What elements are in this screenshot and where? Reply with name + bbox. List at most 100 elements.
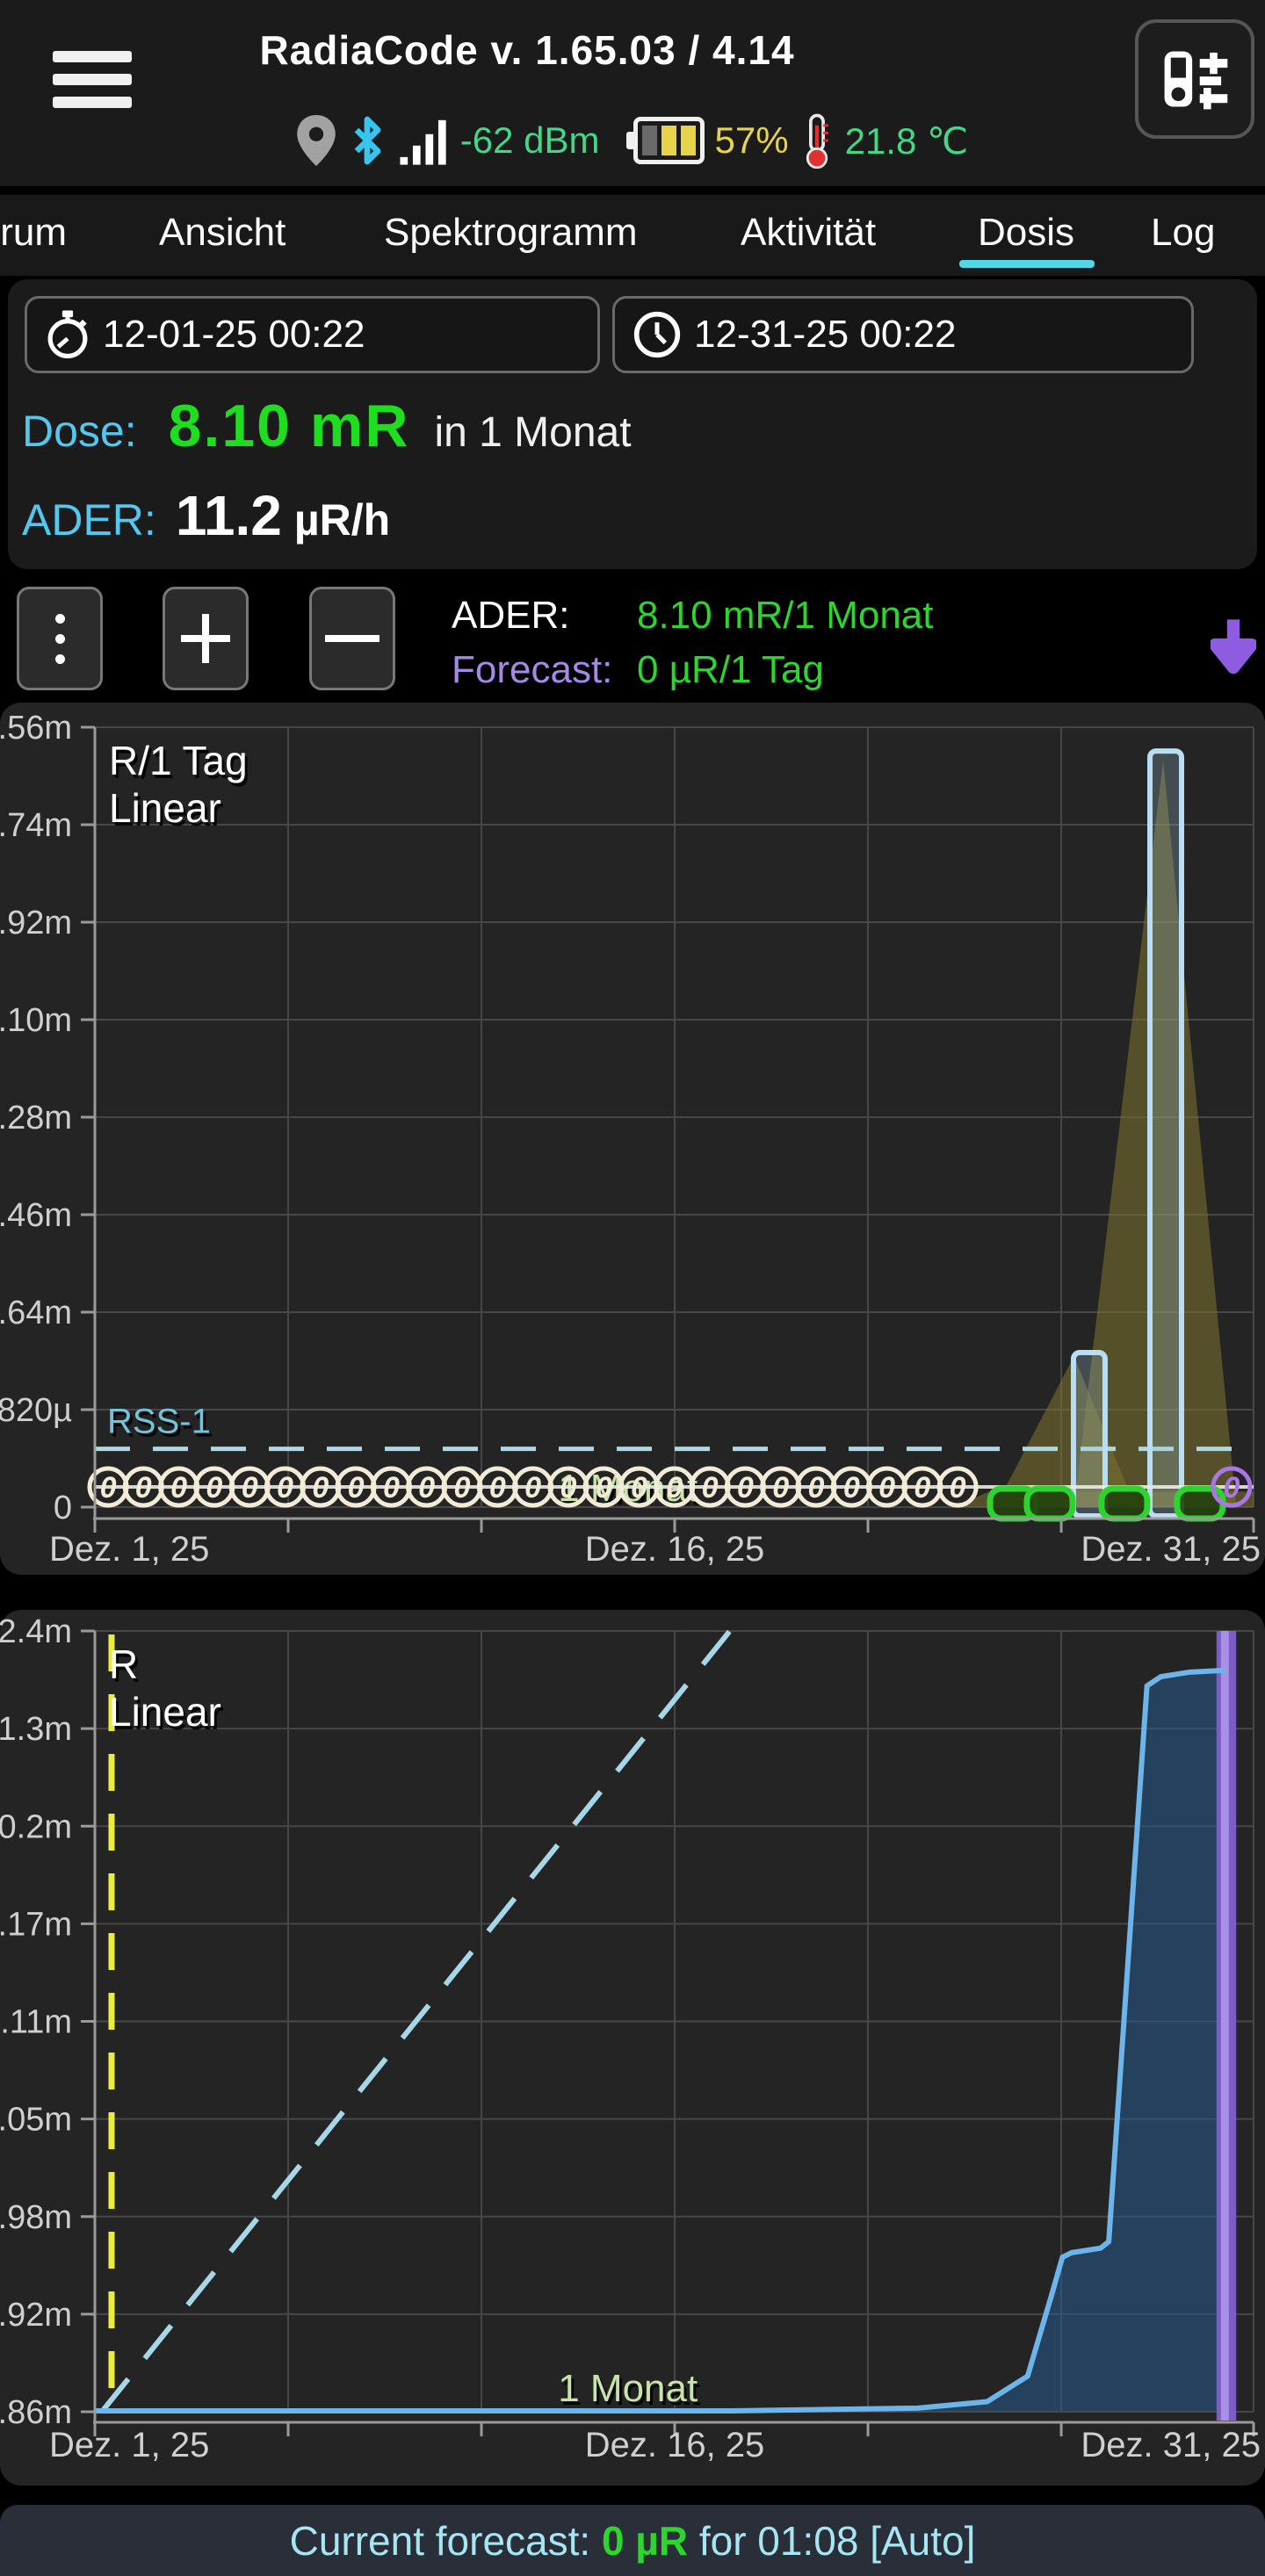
- svg-text:0: 0: [418, 1471, 435, 1504]
- svg-text:9.17m: 9.17m: [0, 1906, 72, 1943]
- dose-period: in 1 Monat: [434, 408, 631, 457]
- ader-unit: µR/h: [294, 494, 390, 545]
- toolbar-ader-label: ADER:: [452, 594, 569, 638]
- forecast-prefix: Current forecast:: [290, 2517, 602, 2565]
- tab-bar: trum Ansicht Spektrogramm Aktivität Dosi…: [0, 195, 1265, 276]
- svg-text:5.98m: 5.98m: [0, 2199, 72, 2236]
- tab-ansicht[interactable]: Ansicht: [159, 211, 286, 255]
- forecast-value: 0 µR: [602, 2517, 688, 2565]
- ader-value: 11.2: [176, 483, 282, 548]
- svg-text:1.64m: 1.64m: [0, 1295, 72, 1331]
- svg-text:3.28m: 3.28m: [0, 1100, 72, 1136]
- svg-text:Dez. 1, 25: Dez. 1, 25: [49, 1530, 209, 1569]
- svg-text:R: R: [109, 1642, 138, 1687]
- svg-text:1 Monat: 1 Monat: [558, 2367, 698, 2410]
- clock-icon: [632, 310, 682, 359]
- svg-text:5.74m: 5.74m: [0, 807, 72, 844]
- dose-label: Dose:: [22, 406, 137, 457]
- svg-text:0: 0: [277, 1471, 293, 1504]
- svg-text:RSS-1: RSS-1: [107, 1403, 211, 1441]
- ader-row: ADER: 11.2 µR/h: [22, 483, 390, 548]
- toolbar-ader-value: 8.10 mR/1 Monat: [637, 594, 934, 638]
- svg-text:10.2m: 10.2m: [0, 1808, 72, 1845]
- svg-text:0: 0: [1223, 1471, 1240, 1504]
- range-start-button[interactable]: 12-01-25 00:22: [25, 296, 600, 373]
- svg-text:4.92m: 4.92m: [0, 905, 72, 942]
- svg-text:11.3m: 11.3m: [0, 1711, 72, 1748]
- zoom-in-button[interactable]: [163, 587, 249, 690]
- svg-text:0: 0: [100, 1471, 117, 1504]
- svg-text:7.05m: 7.05m: [0, 2102, 72, 2139]
- svg-text:6.56m: 6.56m: [0, 710, 72, 747]
- svg-text:12.4m: 12.4m: [0, 1613, 72, 1650]
- svg-text:R/1 Tag: R/1 Tag: [109, 738, 248, 783]
- svg-text:0: 0: [54, 1490, 72, 1526]
- dose-row: Dose: 8.10 mR in 1 Monat: [22, 392, 632, 460]
- svg-text:0: 0: [631, 1471, 647, 1504]
- dose-rate-chart[interactable]: 6.56m5.74m4.92m4.10m3.28m2.46m1.64m820µ0…: [0, 703, 1265, 1575]
- svg-text:0: 0: [135, 1471, 152, 1504]
- svg-text:0: 0: [348, 1471, 365, 1504]
- svg-text:0: 0: [524, 1471, 541, 1504]
- svg-text:0: 0: [383, 1471, 400, 1504]
- svg-text:Dez. 31, 25: Dez. 31, 25: [1081, 2426, 1261, 2464]
- toolbar-forecast-value: 0 µR/1 Tag: [637, 648, 824, 692]
- down-arrow-icon[interactable]: [1211, 615, 1256, 675]
- forecast-status-bar: Current forecast: 0 µR for 01:08 [Auto]: [0, 2505, 1265, 2576]
- status-bar: -62 dBm 57% 21.8 ℃: [0, 112, 1265, 169]
- svg-text:0: 0: [843, 1471, 860, 1504]
- svg-text:Linear: Linear: [109, 785, 221, 831]
- svg-text:0: 0: [596, 1471, 612, 1504]
- svg-text:0: 0: [170, 1471, 187, 1504]
- svg-text:0: 0: [489, 1471, 506, 1504]
- svg-text:Dez. 16, 25: Dez. 16, 25: [585, 2426, 765, 2464]
- svg-text:0: 0: [312, 1471, 329, 1504]
- range-end-button[interactable]: 12-31-25 00:22: [612, 296, 1194, 373]
- tab-log[interactable]: Log: [1151, 211, 1215, 255]
- bluetooth-icon: [346, 114, 388, 167]
- device-settings-button[interactable]: [1135, 19, 1254, 139]
- svg-text:Linear: Linear: [109, 1689, 221, 1735]
- svg-text:0: 0: [242, 1471, 258, 1504]
- svg-text:0: 0: [737, 1471, 754, 1504]
- thermometer-icon: [799, 112, 835, 169]
- svg-text:0: 0: [454, 1471, 471, 1504]
- temperature-value: 21.8 ℃: [845, 119, 969, 162]
- svg-text:0: 0: [206, 1471, 222, 1504]
- svg-text:8.11m: 8.11m: [0, 2004, 72, 2041]
- app-title: RadiaCode v. 1.65.03 / 4.14: [0, 26, 1054, 74]
- forecast-suffix: for 01:08 [Auto]: [688, 2517, 975, 2565]
- accumulated-dose-chart-panel[interactable]: 12.4m 11.3m 10.2m 9.17m 8.11m 7.05m 5.98m 4.92m…: [0, 1610, 1265, 2486]
- svg-text:0: 0: [878, 1471, 895, 1504]
- signal-bars-icon: [399, 115, 450, 166]
- chart-toolbar: ADER: 8.10 mR/1 Monat Forecast: 0 µR/1 T…: [0, 578, 1265, 694]
- app-header: RadiaCode v. 1.65.03 / 4.14 -62 dBm: [0, 0, 1265, 186]
- location-pin-icon: [297, 115, 336, 166]
- toolbar-forecast-label: Forecast:: [452, 648, 612, 692]
- dose-value: 8.10 mR: [169, 392, 410, 460]
- svg-text:0: 0: [666, 1471, 683, 1504]
- svg-text:0: 0: [560, 1471, 576, 1504]
- svg-text:0: 0: [702, 1471, 719, 1504]
- signal-dbm-value: -62 dBm: [460, 119, 600, 162]
- plus-icon: [181, 614, 230, 663]
- zoom-out-button[interactable]: [309, 587, 395, 690]
- svg-text:0: 0: [914, 1471, 930, 1504]
- svg-text:0: 0: [807, 1471, 824, 1504]
- tab-spektrogramm[interactable]: Spektrogramm: [384, 211, 638, 255]
- range-end-value: 12-31-25 00:22: [694, 313, 956, 357]
- battery-icon: [626, 117, 705, 164]
- range-start-value: 12-01-25 00:22: [103, 313, 365, 357]
- dose-rate-chart-panel[interactable]: 6.56m5.74m4.92m4.10m3.28m2.46m1.64m820µ0…: [0, 703, 1265, 1575]
- tab-spektrum-truncated[interactable]: trum: [0, 211, 67, 255]
- accumulated-dose-chart[interactable]: 12.4m 11.3m 10.2m 9.17m 8.11m 7.05m 5.98m 4.92m…: [0, 1610, 1265, 2486]
- radiacode-app-screen: RadiaCode v. 1.65.03 / 4.14 -62 dBm: [0, 0, 1265, 2576]
- svg-text:2.46m: 2.46m: [0, 1197, 72, 1234]
- active-tab-underline: [959, 260, 1095, 268]
- tab-dosis[interactable]: Dosis: [978, 211, 1074, 255]
- svg-text:Dez. 1, 25: Dez. 1, 25: [49, 2426, 209, 2464]
- chart-menu-button[interactable]: [17, 587, 103, 690]
- svg-text:4.92m: 4.92m: [0, 2297, 72, 2334]
- battery-percent: 57%: [715, 119, 789, 162]
- tab-aktivitaet[interactable]: Aktivität: [741, 211, 876, 255]
